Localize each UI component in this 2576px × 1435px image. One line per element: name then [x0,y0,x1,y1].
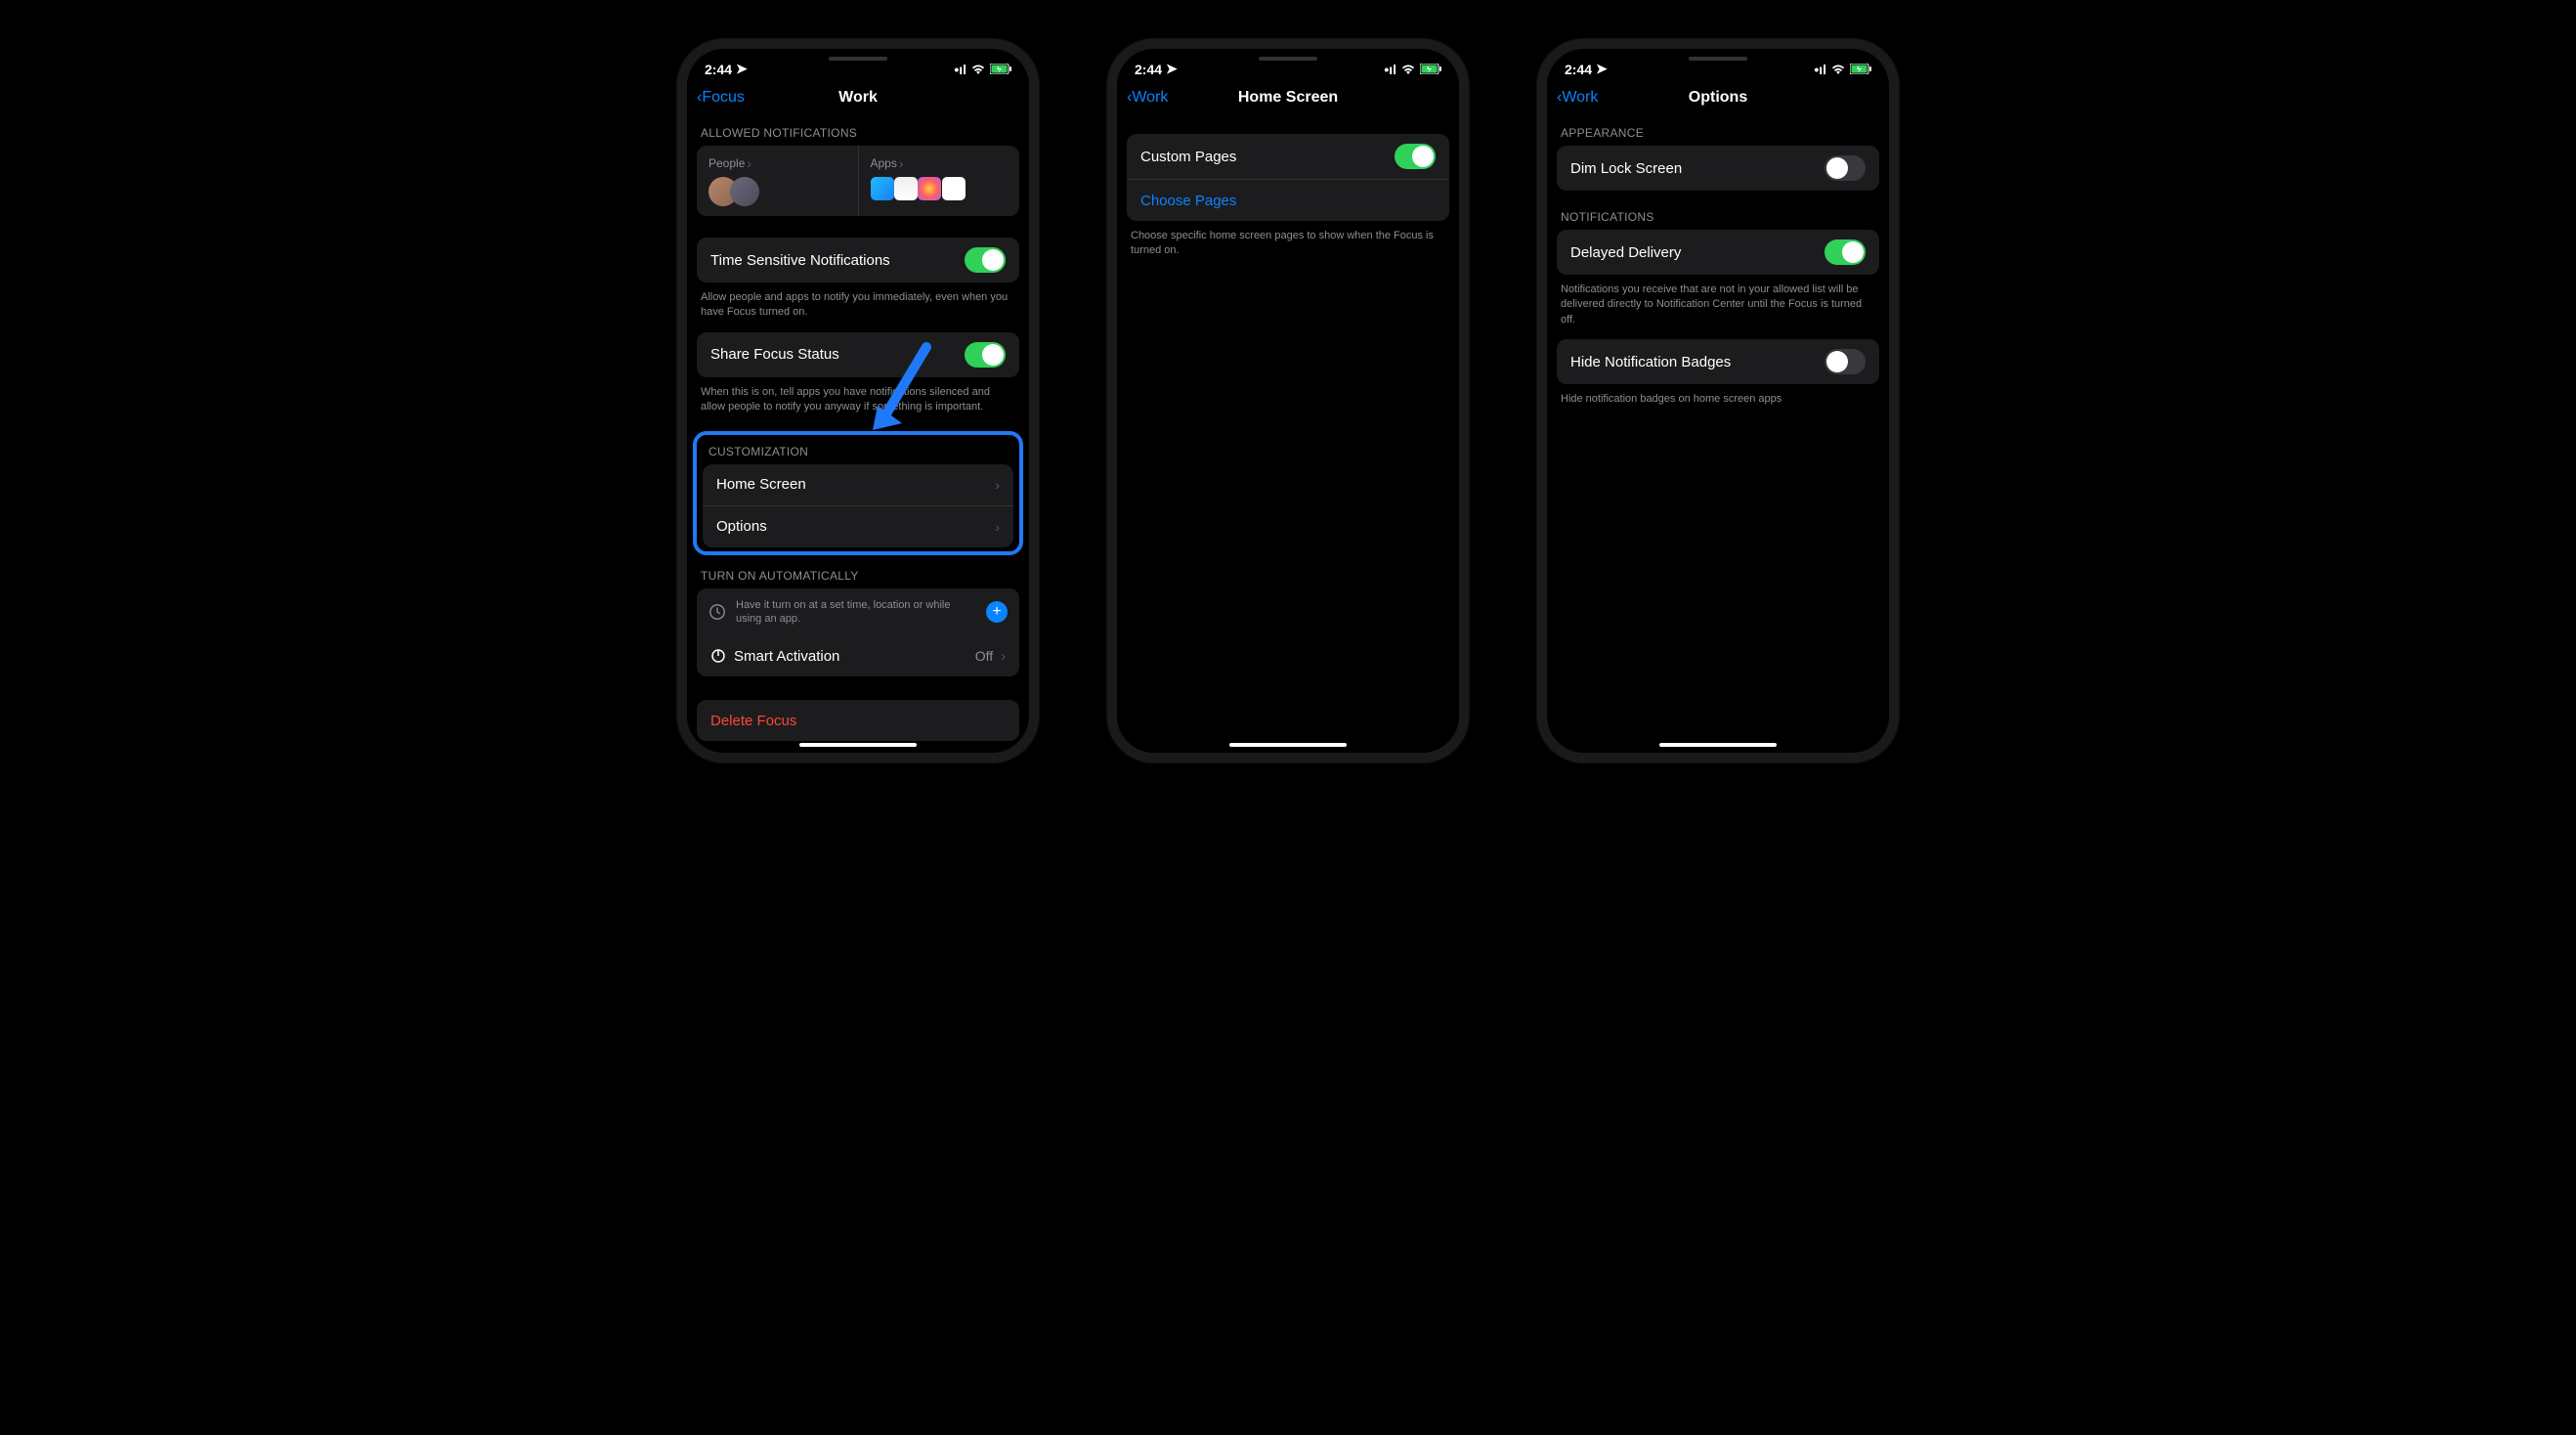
power-icon [710,648,726,664]
status-icons: •ıl [1814,61,1871,77]
status-time: 2:44 [705,62,732,77]
app-icon [894,177,918,200]
wifi-icon [1831,62,1845,77]
app-icon [918,177,941,200]
signal-icon: •ıl [954,62,966,77]
status-bar: 2:44 ➤ •ıl [1117,49,1459,85]
home-indicator[interactable] [799,743,917,747]
section-customization: Customization [699,437,1017,462]
share-focus-toggle[interactable] [965,342,1006,368]
hide-badges-footer: Hide notification badges on home screen … [1547,386,1889,416]
options-button[interactable]: Options › [703,506,1013,547]
avatar [730,177,759,206]
add-schedule-row[interactable]: Have it turn on at a set time, location … [697,588,1019,636]
add-button[interactable]: + [986,601,1008,623]
delayed-delivery-row[interactable]: Delayed Delivery [1557,230,1879,275]
share-focus-footer: When this is on, tell apps you have noti… [687,379,1029,425]
section-appearance: Appearance [1547,118,1889,144]
chevron-right-icon: › [995,477,1000,493]
customization-highlight: Customization Home Screen › Options › [693,431,1023,555]
back-label: Focus [702,89,745,107]
wifi-icon [971,62,985,77]
status-bar: 2:44 ➤ •ıl [687,49,1029,85]
phone-screenshot-1: 2:44 ➤ •ıl ‹ Focus Work Allowed Notifica… [677,39,1039,762]
time-sensitive-toggle[interactable] [965,247,1006,273]
hide-badges-toggle[interactable] [1825,349,1866,374]
delete-focus-button[interactable]: Delete Focus [697,700,1019,741]
status-time: 2:44 [1135,62,1162,77]
smart-activation-value: Off [975,648,993,664]
battery-icon [1850,62,1871,77]
location-arrow-icon: ➤ [1166,61,1178,77]
dim-lock-toggle[interactable] [1825,155,1866,181]
location-arrow-icon: ➤ [736,61,748,77]
battery-icon [990,62,1011,77]
app-icon [942,177,966,200]
chevron-right-icon: › [747,155,751,171]
back-label: Work [1132,89,1168,107]
share-focus-row[interactable]: Share Focus Status [697,332,1019,377]
custom-pages-row[interactable]: Custom Pages [1127,134,1449,180]
location-arrow-icon: ➤ [1596,61,1608,77]
back-button[interactable]: ‹ Work [1557,89,1598,107]
chevron-right-icon: › [899,155,904,171]
apps-button[interactable]: Apps› [859,146,1020,216]
custom-pages-toggle[interactable] [1395,144,1436,169]
delayed-footer: Notifications you receive that are not i… [1547,277,1889,337]
status-icons: •ıl [1384,61,1441,77]
people-button[interactable]: People› [697,146,859,216]
section-turn-on: Turn On Automatically [687,561,1029,587]
plus-icon: + [992,603,1001,621]
home-indicator[interactable] [1229,743,1347,747]
phone-screenshot-2: 2:44 ➤ •ıl ‹ Work Home Screen Custom Pag… [1107,39,1469,762]
status-time: 2:44 [1565,62,1592,77]
home-screen-button[interactable]: Home Screen › [703,464,1013,506]
home-indicator[interactable] [1659,743,1777,747]
custom-pages-footer: Choose specific home screen pages to sho… [1117,223,1459,269]
back-label: Work [1562,89,1598,107]
choose-pages-button[interactable]: Choose Pages [1127,180,1449,221]
section-allowed-notifications: Allowed Notifications [687,118,1029,144]
time-sensitive-row[interactable]: Time Sensitive Notifications [697,238,1019,283]
page-title: Options [1689,89,1747,107]
phone-screenshot-3: 2:44 ➤ •ıl ‹ Work Options Appearance Dim… [1537,39,1899,762]
status-icons: •ıl [954,61,1011,77]
battery-icon [1420,62,1441,77]
delayed-delivery-toggle[interactable] [1825,239,1866,265]
chevron-right-icon: › [995,519,1000,535]
back-button[interactable]: ‹ Focus [697,89,745,107]
page-title: Home Screen [1238,89,1338,107]
clock-icon [708,603,726,621]
smart-activation-button[interactable]: Smart Activation Off › [697,635,1019,676]
time-sensitive-footer: Allow people and apps to notify you imme… [687,284,1029,330]
hide-badges-row[interactable]: Hide Notification Badges [1557,339,1879,384]
chevron-right-icon: › [1001,648,1006,664]
status-bar: 2:44 ➤ •ıl [1547,49,1889,85]
page-title: Work [838,89,878,107]
dim-lock-row[interactable]: Dim Lock Screen [1557,146,1879,191]
section-notifications: Notifications [1547,202,1889,228]
signal-icon: •ıl [1814,62,1826,77]
app-icon [871,177,894,200]
signal-icon: •ıl [1384,62,1396,77]
back-button[interactable]: ‹ Work [1127,89,1168,107]
wifi-icon [1401,62,1415,77]
